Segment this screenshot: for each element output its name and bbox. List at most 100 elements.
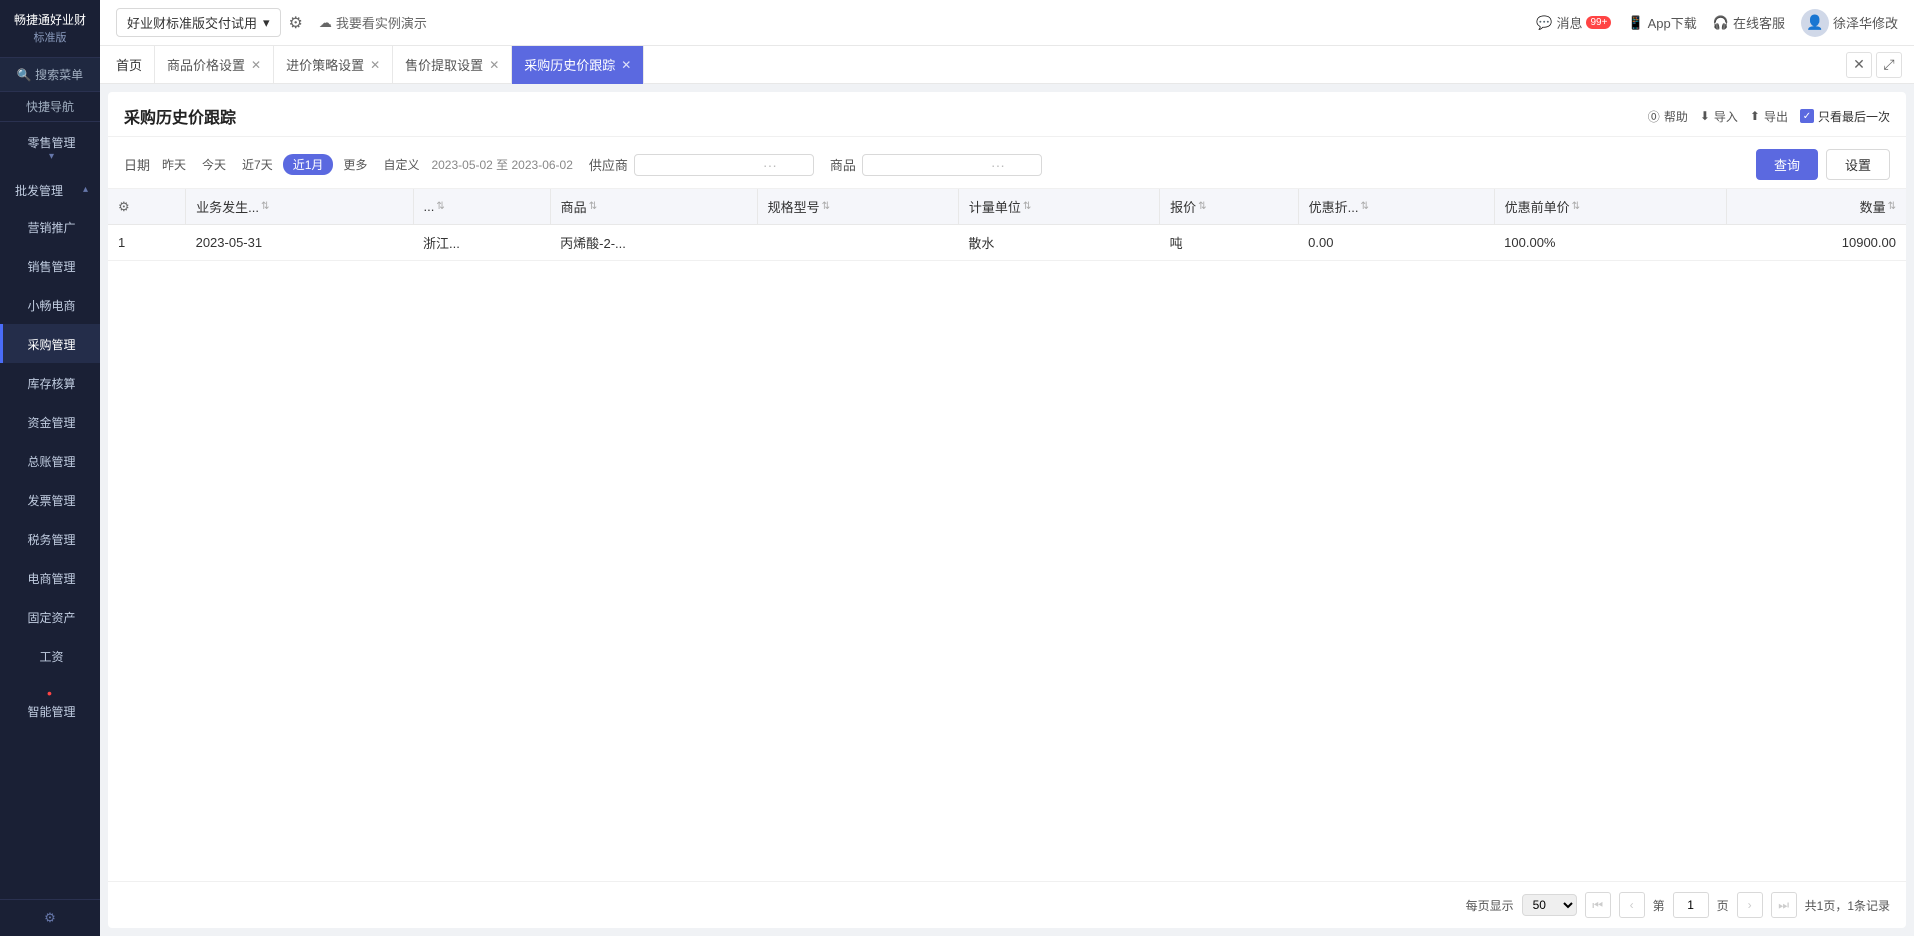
sort-icon: ⇅ bbox=[1023, 201, 1031, 212]
sidebar-item-ecommerce-small[interactable]: 小畅电商 bbox=[0, 285, 100, 324]
per-page-label: 每页显示 bbox=[1466, 897, 1514, 914]
user-menu[interactable]: 👤 徐泽华修改 bbox=[1801, 9, 1898, 37]
sort-icon: ⇅ bbox=[1888, 201, 1896, 212]
sidebar-item-fixed-assets[interactable]: 固定资产 bbox=[0, 597, 100, 636]
th-gear[interactable]: ⚙ bbox=[108, 189, 186, 225]
th-extra[interactable]: ... ⇅ bbox=[413, 189, 550, 225]
page-size-select[interactable]: 50 100 200 bbox=[1522, 894, 1577, 916]
query-button[interactable]: 查询 bbox=[1756, 149, 1818, 180]
export-button[interactable]: ⬆ 导出 bbox=[1750, 108, 1788, 125]
quick-nav-label: 快捷导航 bbox=[26, 100, 74, 114]
tab-purchase-price-strategy[interactable]: 进价策略设置 ✕ bbox=[274, 46, 393, 84]
date-opt-custom[interactable]: 自定义 bbox=[377, 154, 425, 175]
sidebar-item-finance[interactable]: 资金管理 bbox=[0, 402, 100, 441]
th-spec[interactable]: 规格型号 ⇅ bbox=[757, 189, 958, 225]
tabs-bar: 首页 商品价格设置 ✕ 进价策略设置 ✕ 售价提取设置 ✕ 采购历史价跟踪 ✕ … bbox=[100, 46, 1914, 84]
sidebar: 畅捷通好业财 标准版 🔍 搜索菜单 快捷导航 零售管理 ▾ 批发管理 ▴ 营销推… bbox=[0, 0, 100, 936]
supplier-filter-label: 供应商 bbox=[589, 155, 628, 174]
only-last-label: 只看最后一次 bbox=[1818, 108, 1890, 125]
message-button[interactable]: 💬 消息 99+ bbox=[1536, 13, 1611, 32]
cell-index: 1 bbox=[108, 225, 186, 261]
online-service-button[interactable]: 🎧 在线客服 bbox=[1713, 13, 1785, 32]
table-row[interactable]: 1 2023-05-31 浙江... 丙烯酸-2-... 散水 吨 0.00 1… bbox=[108, 225, 1906, 261]
th-date[interactable]: 业务发生... ⇅ bbox=[186, 189, 413, 225]
date-opt-today[interactable]: 今天 bbox=[196, 154, 232, 175]
close-icon[interactable]: ✕ bbox=[251, 59, 261, 71]
cloud-icon: ☁ bbox=[319, 15, 332, 31]
sidebar-search[interactable]: 🔍 搜索菜单 bbox=[0, 58, 100, 92]
sidebar-item-retail[interactable]: 零售管理 ▾ bbox=[0, 122, 100, 172]
prev-page-button[interactable]: ‹ bbox=[1619, 892, 1645, 918]
th-quantity[interactable]: 数量 ⇅ bbox=[1727, 189, 1906, 225]
sidebar-item-label: 零售管理 bbox=[27, 134, 75, 151]
app-download-button[interactable]: 📱 App下载 bbox=[1627, 13, 1696, 32]
quick-nav[interactable]: 快捷导航 bbox=[0, 92, 100, 122]
tab-home[interactable]: 首页 bbox=[104, 46, 155, 84]
sidebar-item-ledger[interactable]: 总账管理 bbox=[0, 441, 100, 480]
next-page-button[interactable]: › bbox=[1737, 892, 1763, 918]
last-page-button[interactable]: ⏭ bbox=[1771, 892, 1797, 918]
sidebar-item-sales[interactable]: 销售管理 bbox=[0, 246, 100, 285]
topbar: 好业财标准版交付试用 ▾ ⚙ ☁ 我要看实例演示 💬 消息 99+ 📱 App下… bbox=[100, 0, 1914, 46]
data-table: ⚙ 业务发生... ⇅ ... ⇅ bbox=[108, 189, 1906, 261]
date-opt-7days[interactable]: 近7天 bbox=[236, 154, 279, 175]
tab-close-button[interactable]: ✕ bbox=[1846, 52, 1872, 78]
version-selector[interactable]: 好业财标准版交付试用 ▾ bbox=[116, 8, 281, 37]
tab-sale-price-extract[interactable]: 售价提取设置 ✕ bbox=[393, 46, 512, 84]
sidebar-item-ecommerce[interactable]: 电商管理 bbox=[0, 558, 100, 597]
expand-icon: ▾ bbox=[49, 151, 54, 162]
chevron-down-icon: ▾ bbox=[263, 15, 270, 31]
goods-dots-icon[interactable]: ··· bbox=[991, 157, 1005, 173]
sidebar-item-inventory[interactable]: 库存核算 bbox=[0, 363, 100, 402]
user-name: 徐泽华修改 bbox=[1833, 13, 1898, 32]
checkbox-icon: ✓ bbox=[1800, 109, 1814, 123]
sidebar-item-label: 销售管理 bbox=[27, 258, 75, 275]
help-button[interactable]: ⓪ 帮助 bbox=[1648, 108, 1688, 125]
help-icon: ⓪ bbox=[1648, 108, 1660, 125]
th-price[interactable]: 报价 ⇅ bbox=[1160, 189, 1299, 225]
supplier-input-wrap: ··· bbox=[634, 154, 814, 176]
tab-price-settings[interactable]: 商品价格设置 ✕ bbox=[155, 46, 274, 84]
sidebar-item-tax[interactable]: 税务管理 bbox=[0, 519, 100, 558]
sort-icon: ⇅ bbox=[1198, 201, 1206, 212]
page-label: 页 bbox=[1717, 897, 1729, 914]
only-last-checkbox[interactable]: ✓ 只看最后一次 bbox=[1800, 108, 1890, 125]
sidebar-item-invoice[interactable]: 发票管理 bbox=[0, 480, 100, 519]
sidebar-item-smart[interactable]: • 智能管理 bbox=[0, 675, 100, 730]
goods-input[interactable] bbox=[871, 158, 991, 172]
sidebar-item-wholesale[interactable]: 批发管理 ▴ bbox=[0, 172, 100, 207]
first-page-button[interactable]: ⏮ bbox=[1585, 892, 1611, 918]
close-icon[interactable]: ✕ bbox=[370, 59, 380, 71]
tab-purchase-history[interactable]: 采购历史价跟踪 ✕ bbox=[512, 46, 644, 84]
th-goods[interactable]: 商品 ⇅ bbox=[550, 189, 757, 225]
close-icon[interactable]: ✕ bbox=[489, 59, 499, 71]
sidebar-item-label: 批发管理 bbox=[15, 182, 63, 199]
sidebar-logo: 畅捷通好业财 标准版 bbox=[0, 0, 100, 58]
import-button[interactable]: ⬇ 导入 bbox=[1700, 108, 1738, 125]
supplier-dots-icon[interactable]: ··· bbox=[763, 157, 777, 173]
mobile-icon: 📱 bbox=[1627, 15, 1643, 31]
page-number-input[interactable] bbox=[1673, 892, 1709, 918]
date-opt-more[interactable]: 更多 bbox=[337, 154, 373, 175]
close-icon[interactable]: ✕ bbox=[621, 59, 631, 71]
th-discount[interactable]: 优惠折... ⇅ bbox=[1298, 189, 1494, 225]
cell-spec bbox=[757, 225, 958, 261]
total-info: 共1页，1条记录 bbox=[1805, 897, 1890, 914]
message-badge: 99+ bbox=[1586, 16, 1611, 29]
settings-button[interactable]: 设置 bbox=[1826, 149, 1890, 180]
supplier-input[interactable] bbox=[643, 158, 763, 172]
sidebar-item-marketing[interactable]: 营销推广 bbox=[0, 207, 100, 246]
tab-expand-button[interactable]: ⤢ bbox=[1876, 52, 1902, 78]
sidebar-item-salary[interactable]: 工资 bbox=[0, 636, 100, 675]
import-icon: ⬇ bbox=[1700, 109, 1710, 123]
sort-icon: ⇅ bbox=[589, 201, 597, 212]
date-opt-yesterday[interactable]: 昨天 bbox=[156, 154, 192, 175]
sidebar-item-purchase[interactable]: 采购管理 bbox=[0, 324, 100, 363]
th-unit-price[interactable]: 优惠前单价 ⇅ bbox=[1494, 189, 1727, 225]
cell-date: 2023-05-31 bbox=[186, 225, 413, 261]
demo-link[interactable]: ☁ 我要看实例演示 bbox=[319, 13, 427, 32]
topbar-gear-icon[interactable]: ⚙ bbox=[289, 13, 303, 33]
date-opt-1month[interactable]: 近1月 bbox=[283, 154, 334, 175]
sidebar-gear-button[interactable]: ⚙ bbox=[0, 899, 100, 936]
th-unit[interactable]: 计量单位 ⇅ bbox=[958, 189, 1159, 225]
